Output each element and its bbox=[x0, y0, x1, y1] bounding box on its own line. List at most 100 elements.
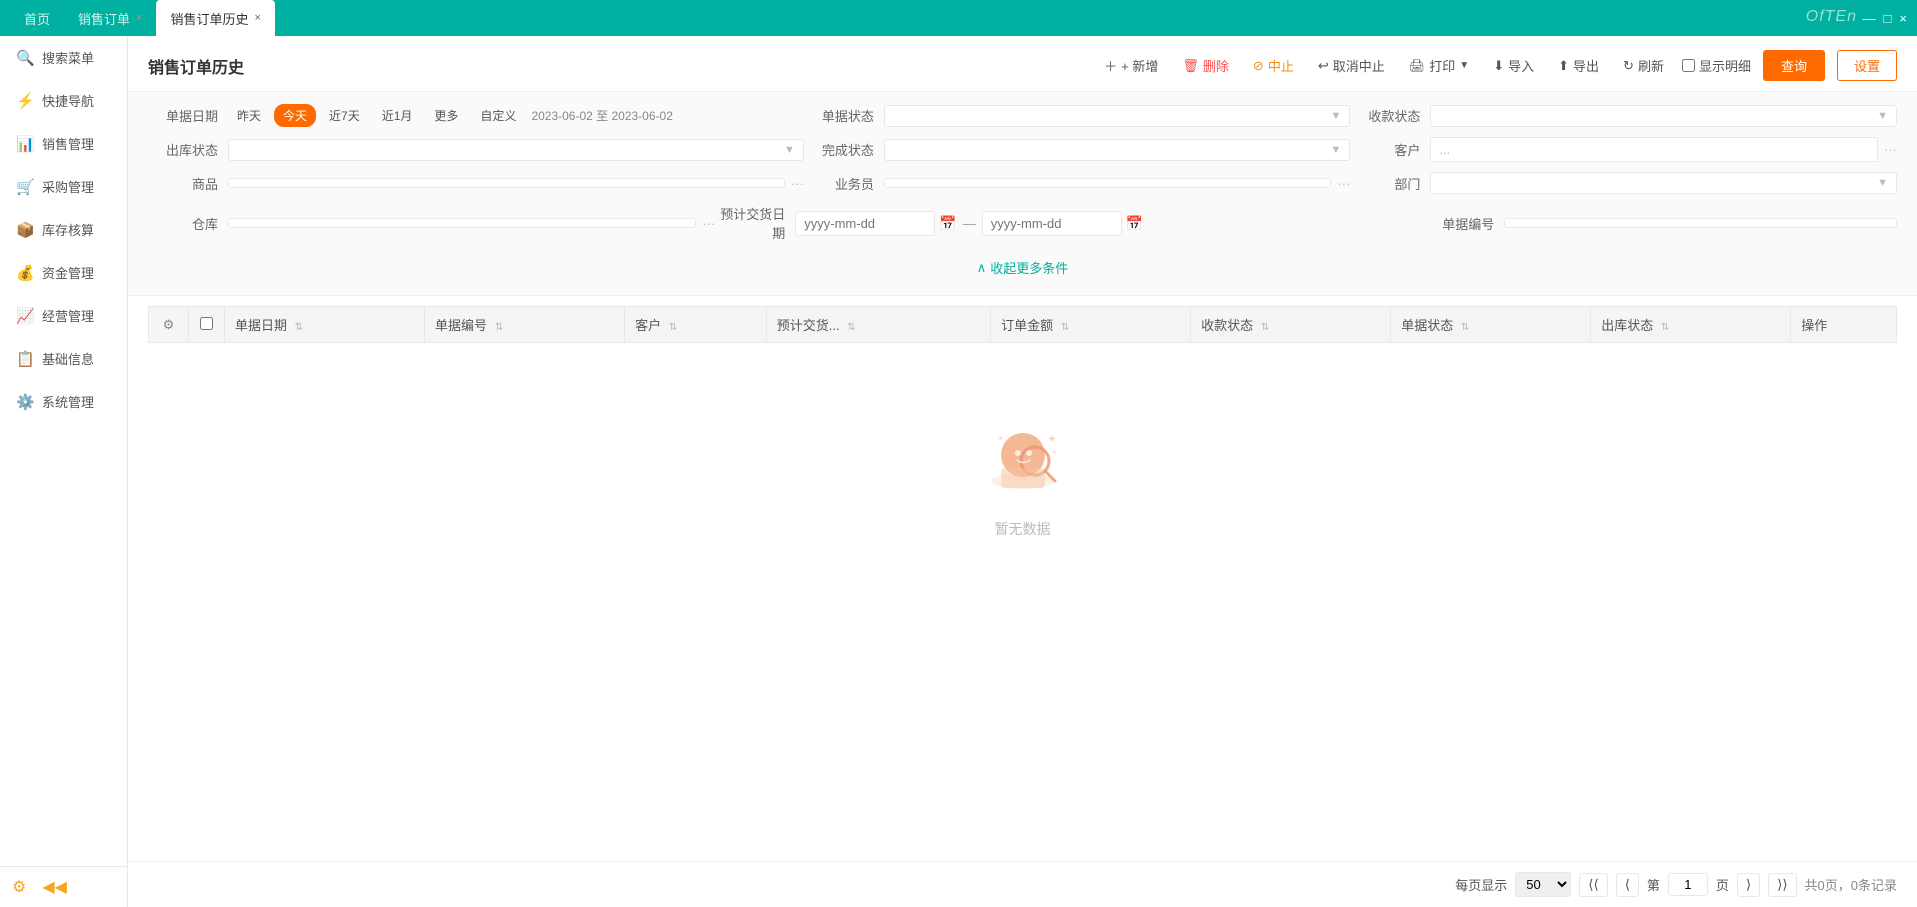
tab-sales-order-close[interactable]: × bbox=[136, 12, 142, 24]
calendar-to-icon[interactable]: 📅 bbox=[1126, 215, 1143, 232]
sort-num-icon[interactable]: ⇅ bbox=[495, 322, 503, 333]
sidebar-item-ops-mgmt-label: 经营管理 bbox=[42, 306, 94, 325]
sort-out-status-icon[interactable]: ⇅ bbox=[1661, 322, 1669, 333]
date-separator: — bbox=[963, 216, 976, 231]
prev-page-button[interactable]: ⟨ bbox=[1616, 873, 1639, 897]
sort-customer-icon[interactable]: ⇅ bbox=[669, 322, 677, 333]
expected-date-label: 预计交货日期 bbox=[715, 204, 795, 242]
query-button[interactable]: 查询 bbox=[1763, 50, 1825, 81]
date-btn-custom[interactable]: 自定义 bbox=[471, 104, 525, 127]
sidebar-item-quick-nav-label: 快捷导航 bbox=[42, 91, 94, 110]
last-page-button[interactable]: ⟩⟩ bbox=[1768, 873, 1796, 897]
sidebar-audio-icon[interactable]: ◀◀ bbox=[42, 877, 67, 897]
sidebar-item-sales-mgmt[interactable]: 📊 销售管理 bbox=[0, 122, 127, 165]
collapse-more[interactable]: ∧ 收起更多条件 bbox=[148, 252, 1897, 283]
import-button[interactable]: ⬇ 导入 bbox=[1487, 52, 1540, 79]
print-button[interactable]: 🖨 打印 ▼ bbox=[1403, 52, 1475, 79]
select-all-checkbox[interactable] bbox=[200, 317, 213, 330]
sidebar-item-ops-mgmt[interactable]: 📈 经营管理 bbox=[0, 294, 127, 337]
filter-col-customer: 客户 ... ··· bbox=[1350, 137, 1897, 162]
page-header: 销售订单历史 ＋ + 新增 🗑 删除 ⊘ 中止 ↩ 取消中止 bbox=[128, 36, 1917, 92]
dept-select[interactable]: ▼ bbox=[1430, 172, 1897, 194]
window-close[interactable]: × bbox=[1899, 11, 1907, 26]
status-select-arrow: ▼ bbox=[1331, 110, 1342, 122]
setting-button[interactable]: 设置 bbox=[1837, 50, 1897, 81]
sidebar-item-inventory-calc[interactable]: 📦 库存核算 bbox=[0, 208, 127, 251]
sidebar-item-finance-mgmt-label: 资金管理 bbox=[42, 263, 94, 282]
page-size-select[interactable]: 10 20 50 100 bbox=[1515, 872, 1571, 897]
col-pay-status: 收款状态 ⇅ bbox=[1191, 307, 1391, 343]
sort-pay-status-icon[interactable]: ⇅ bbox=[1261, 322, 1269, 333]
sidebar-item-purchase-mgmt[interactable]: 🛒 采购管理 bbox=[0, 165, 127, 208]
first-page-button[interactable]: ⟨⟨ bbox=[1579, 873, 1607, 897]
sidebar-item-quick-nav[interactable]: ⚡ 快捷导航 bbox=[0, 79, 127, 122]
sidebar-item-sys-mgmt[interactable]: ⚙️ 系统管理 bbox=[0, 380, 127, 423]
sort-doc-status-icon[interactable]: ⇅ bbox=[1461, 322, 1469, 333]
sidebar-settings-icon[interactable]: ⚙ bbox=[12, 877, 26, 897]
col-settings[interactable]: ⚙ bbox=[149, 307, 189, 343]
tab-home[interactable]: 首页 bbox=[10, 0, 64, 36]
customer-more-icon[interactable]: ··· bbox=[1884, 142, 1897, 157]
warehouse-more-icon[interactable]: ··· bbox=[702, 216, 715, 231]
show-detail-checkbox-input[interactable] bbox=[1682, 59, 1695, 72]
sort-amount-icon[interactable]: ⇅ bbox=[1061, 322, 1069, 333]
salesperson-more-icon[interactable]: ··· bbox=[1337, 176, 1350, 191]
expected-date-from[interactable] bbox=[795, 211, 935, 236]
window-minimize[interactable]: — bbox=[1863, 11, 1876, 26]
warehouse-input[interactable] bbox=[228, 218, 696, 228]
tab-sales-order-history[interactable]: 销售订单历史 × bbox=[156, 0, 274, 36]
out-status-select[interactable]: ▼ bbox=[228, 139, 804, 161]
product-input[interactable] bbox=[228, 178, 785, 188]
date-btn-more[interactable]: 更多 bbox=[425, 104, 467, 127]
export-button[interactable]: ⬆ 导出 bbox=[1552, 52, 1605, 79]
customer-input[interactable]: ... bbox=[1430, 137, 1878, 162]
order-num-input[interactable] bbox=[1504, 218, 1897, 228]
print-icon: 🖨 bbox=[1409, 58, 1426, 74]
expected-date-to[interactable] bbox=[982, 211, 1122, 236]
export-icon: ⬆ bbox=[1558, 58, 1569, 74]
show-detail-checkbox[interactable]: 显示明细 bbox=[1682, 56, 1751, 75]
filter-row-2: 出库状态 ▼ 完成状态 ▼ 客户 ... bbox=[148, 137, 1897, 162]
date-btn-last1m[interactable]: 近1月 bbox=[373, 104, 422, 127]
cancel-stop-button[interactable]: ↩ 取消中止 bbox=[1312, 52, 1391, 79]
print-arrow-icon: ▼ bbox=[1459, 60, 1469, 71]
customer-dots: ... bbox=[1439, 142, 1450, 157]
filter-col-pay-status: 收款状态 ▼ bbox=[1350, 105, 1897, 127]
sort-date-icon[interactable]: ⇅ bbox=[295, 322, 303, 333]
product-more-icon[interactable]: ··· bbox=[791, 176, 804, 191]
next-page-button[interactable]: ⟩ bbox=[1737, 873, 1760, 897]
col-out-status: 出库状态 ⇅ bbox=[1591, 307, 1791, 343]
status-select[interactable]: ▼ bbox=[884, 105, 1351, 127]
sys-mgmt-icon: ⚙️ bbox=[16, 393, 34, 411]
col-checkbox[interactable] bbox=[189, 307, 225, 343]
page-num-input[interactable] bbox=[1668, 873, 1708, 896]
tab-sales-order-history-close[interactable]: × bbox=[254, 12, 260, 24]
calendar-from-icon[interactable]: 📅 bbox=[939, 215, 956, 232]
filter-col-salesperson: 业务员 ··· bbox=[804, 174, 1351, 193]
salesperson-input[interactable] bbox=[884, 178, 1332, 188]
date-btn-yesterday[interactable]: 昨天 bbox=[228, 104, 270, 127]
sort-expected-date-icon[interactable]: ⇅ bbox=[847, 322, 855, 333]
date-btn-today[interactable]: 今天 bbox=[274, 104, 316, 127]
sidebar-item-search-menu[interactable]: 🔍 搜索菜单 bbox=[0, 36, 127, 79]
delete-button[interactable]: 🗑 删除 bbox=[1176, 52, 1235, 79]
collapse-label: 收起更多条件 bbox=[990, 258, 1068, 277]
basic-info-icon: 📋 bbox=[16, 350, 34, 368]
sidebar-item-basic-info-label: 基础信息 bbox=[42, 349, 94, 368]
tab-sales-order[interactable]: 销售订单 × bbox=[64, 0, 156, 36]
col-actions: 操作 bbox=[1791, 307, 1897, 343]
sidebar-item-basic-info[interactable]: 📋 基础信息 bbox=[0, 337, 127, 380]
sidebar-item-finance-mgmt[interactable]: 💰 资金管理 bbox=[0, 251, 127, 294]
complete-status-select[interactable]: ▼ bbox=[884, 139, 1351, 161]
total-info: 共0页，0条记录 bbox=[1805, 875, 1897, 894]
pay-status-select[interactable]: ▼ bbox=[1430, 105, 1897, 127]
new-button[interactable]: ＋ + 新增 bbox=[1098, 52, 1164, 79]
date-btn-last7d[interactable]: 近7天 bbox=[320, 104, 369, 127]
window-maximize[interactable]: □ bbox=[1884, 11, 1892, 26]
stop-button[interactable]: ⊘ 中止 bbox=[1247, 52, 1300, 79]
filter-col-status: 单据状态 ▼ bbox=[804, 105, 1351, 127]
refresh-button[interactable]: ↻ 刷新 bbox=[1617, 52, 1670, 79]
filter-row-4: 仓库 ··· 预计交货日期 📅 — 📅 单据编号 bbox=[148, 204, 1897, 242]
inventory-calc-icon: 📦 bbox=[16, 221, 34, 239]
table-settings-icon[interactable]: ⚙ bbox=[163, 317, 175, 332]
